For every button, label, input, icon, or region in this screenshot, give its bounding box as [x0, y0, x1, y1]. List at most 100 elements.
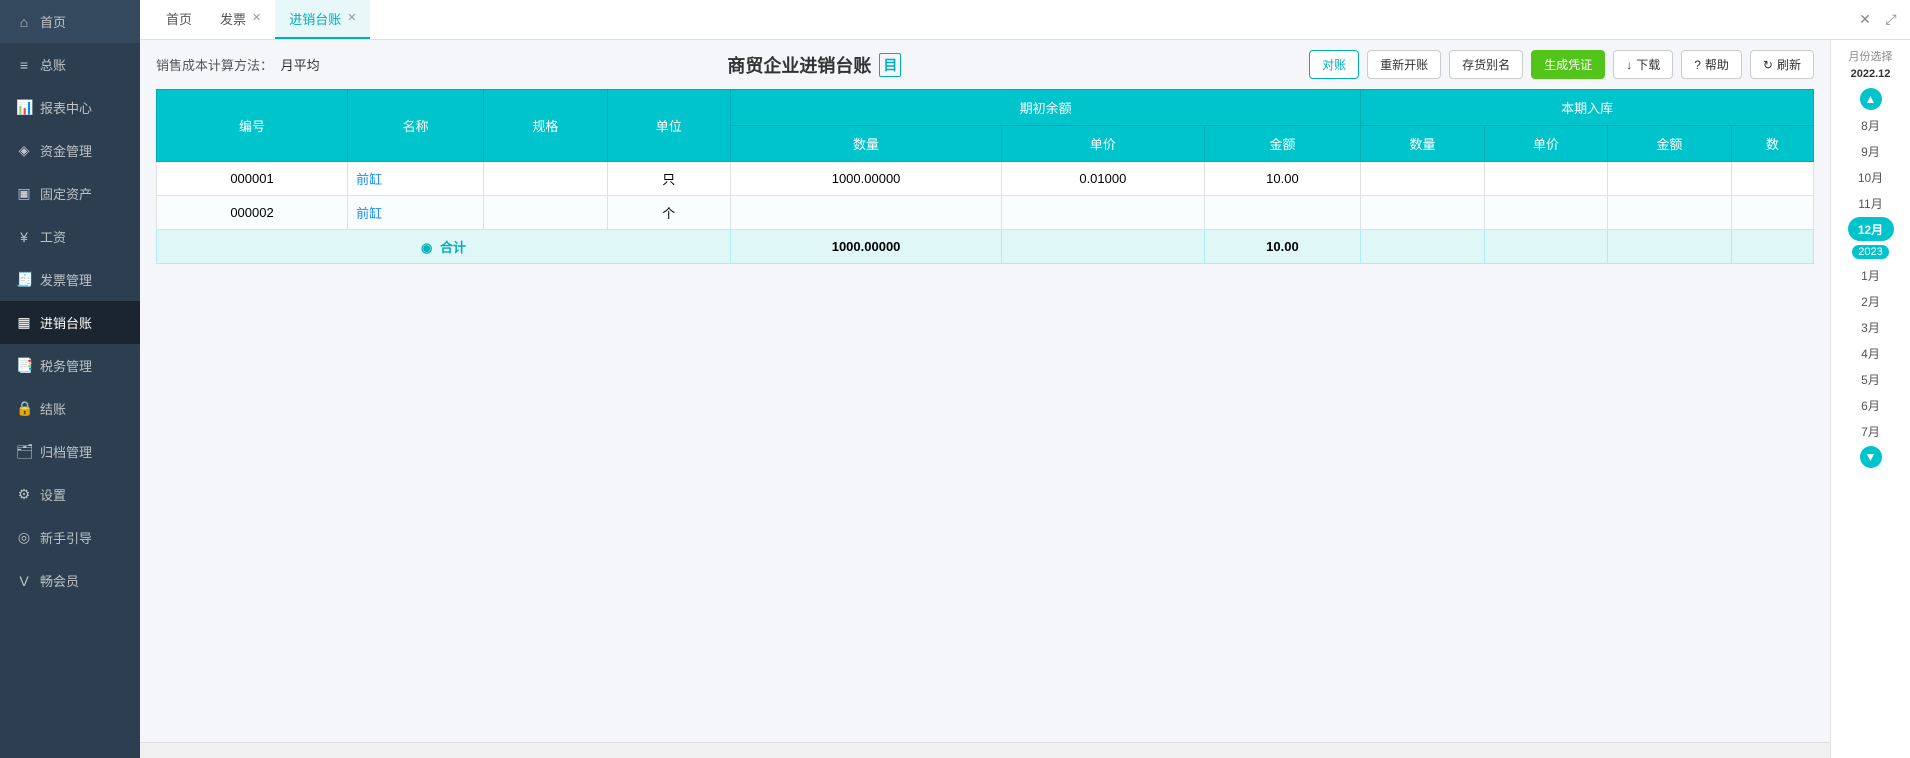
sidebar-label-guide: 新手引导 [40, 528, 92, 547]
month-item-7[interactable]: 7月 [1848, 419, 1894, 443]
cell-in-qty-2 [1361, 196, 1484, 230]
table-row: 000002 前缸 个 [157, 196, 1814, 230]
tab-invoice[interactable]: 发票 ✕ [206, 0, 275, 39]
sidebar-item-invoice-mgmt[interactable]: 🧾 发票管理 [0, 258, 140, 301]
row-2-name-link[interactable]: 前缸 [356, 206, 382, 221]
download-icon: ↓ [1626, 58, 1632, 72]
table-wrapper: 编号 名称 规格 单位 期初余额 本期入库 数量 单价 金额 数量 [140, 89, 1830, 742]
archive-icon: 🗂 [16, 443, 32, 460]
tab-invoice-close[interactable]: ✕ [252, 13, 261, 24]
sidebar-item-general-ledger[interactable]: ≡ 总账 [0, 43, 140, 86]
cell-id-2: 000002 [157, 196, 348, 230]
col-header-id: 编号 [157, 90, 348, 162]
cell-init-amount-1: 10.00 [1204, 162, 1361, 196]
cell-in-amount-1 [1608, 162, 1731, 196]
sidebar-label-purchase-sales: 进销台账 [40, 313, 92, 332]
sidebar-label-vip: 畅会员 [40, 571, 79, 590]
month-item-2[interactable]: 2月 [1848, 289, 1894, 313]
total-label-cell: ◉ 合计 [157, 230, 731, 264]
month-item-12[interactable]: 12月 [1848, 217, 1894, 241]
col-header-init-qty: 数量 [731, 126, 1002, 162]
cell-in-price-1 [1484, 162, 1607, 196]
cell-spec-1 [484, 162, 607, 196]
sidebar-label-salary: 工资 [40, 227, 66, 246]
sidebar-item-vip[interactable]: V 畅会员 [0, 559, 140, 602]
total-in-price [1484, 230, 1607, 264]
compare-button[interactable]: 对账 [1309, 50, 1359, 79]
cost-method-info: 销售成本计算方法： 月平均 [156, 55, 320, 74]
tax-icon: 📑 [16, 357, 32, 374]
month-item-5[interactable]: 5月 [1848, 367, 1894, 391]
col-header-in-price: 单价 [1484, 126, 1607, 162]
cell-spec-2 [484, 196, 607, 230]
tab-purchase-sales-close[interactable]: ✕ [347, 13, 356, 24]
tab-home-label: 首页 [166, 9, 192, 28]
sidebar-item-home[interactable]: ⌂ 首页 [0, 0, 140, 43]
col-header-spec: 规格 [484, 90, 607, 162]
page-content: 销售成本计算方法： 月平均 商贸企业进销台账 目 对账 重新开账 存货别名 生成… [140, 40, 1910, 758]
total-in-extra [1731, 230, 1813, 264]
sidebar-label-archive-mgmt: 归档管理 [40, 442, 92, 461]
reopen-button[interactable]: 重新开账 [1367, 50, 1441, 79]
cell-in-extra-2 [1731, 196, 1813, 230]
cell-in-amount-2 [1608, 196, 1731, 230]
refresh-button[interactable]: ↻ 刷新 [1750, 50, 1814, 79]
sidebar-label-close-accounts: 结账 [40, 399, 66, 418]
close-window-button[interactable]: ✕ [1856, 11, 1874, 29]
page-title: 商贸企业进销台账 目 [727, 52, 901, 78]
month-item-8[interactable]: 8月 [1848, 113, 1894, 137]
month-nav-down[interactable]: ▼ [1860, 446, 1882, 468]
tab-home[interactable]: 首页 [152, 0, 206, 39]
row-1-name-link[interactable]: 前缸 [356, 172, 382, 187]
month-item-3[interactable]: 3月 [1848, 315, 1894, 339]
help-button[interactable]: ? 帮助 [1681, 50, 1742, 79]
total-in-amount [1608, 230, 1731, 264]
cell-init-amount-2 [1204, 196, 1361, 230]
purchase-sales-table: 编号 名称 规格 单位 期初余额 本期入库 数量 单价 金额 数量 [156, 89, 1814, 264]
total-label-text: 合计 [440, 240, 466, 255]
sidebar-item-funds[interactable]: ◈ 资金管理 [0, 129, 140, 172]
sidebar-label-tax-mgmt: 税务管理 [40, 356, 92, 375]
sidebar-item-guide[interactable]: ◎ 新手引导 [0, 516, 140, 559]
window-controls: ✕ ⤢ [1856, 11, 1900, 29]
cell-in-price-2 [1484, 196, 1607, 230]
funds-icon: ◈ [16, 142, 32, 159]
sidebar-item-close-accounts[interactable]: 🔒 结账 [0, 387, 140, 430]
maximize-window-button[interactable]: ⤢ [1882, 11, 1900, 29]
table-row: 000001 前缸 只 1000.00000 0.01000 10.00 [157, 162, 1814, 196]
settings-icon: ⚙ [16, 486, 32, 503]
cost-method-value: 月平均 [281, 58, 320, 73]
sidebar-item-settings[interactable]: ⚙ 设置 [0, 473, 140, 516]
cell-name-1: 前缸 [348, 162, 484, 196]
month-item-4[interactable]: 4月 [1848, 341, 1894, 365]
month-item-10[interactable]: 10月 [1848, 165, 1894, 189]
total-init-price [1002, 230, 1204, 264]
sidebar-item-tax-mgmt[interactable]: 📑 税务管理 [0, 344, 140, 387]
invoice-mgmt-icon: 🧾 [16, 271, 32, 288]
col-header-unit: 单位 [607, 90, 730, 162]
month-item-9[interactable]: 9月 [1848, 139, 1894, 163]
col-header-name: 名称 [348, 90, 484, 162]
save-alias-button[interactable]: 存货别名 [1449, 50, 1523, 79]
sidebar-item-archive-mgmt[interactable]: 🗂 归档管理 [0, 430, 140, 473]
sidebar-label-invoice-mgmt: 发票管理 [40, 270, 92, 289]
tab-purchase-sales[interactable]: 进销台账 ✕ [275, 0, 370, 39]
sidebar-item-salary[interactable]: ¥ 工资 [0, 215, 140, 258]
sidebar-label-home: 首页 [40, 12, 66, 31]
cell-in-qty-1 [1361, 162, 1484, 196]
bottom-scrollbar[interactable] [140, 742, 1830, 758]
close-accounts-icon: 🔒 [16, 400, 32, 417]
month-nav-up[interactable]: ▲ [1860, 88, 1882, 110]
sidebar-item-fixed-assets[interactable]: ▣ 固定资产 [0, 172, 140, 215]
month-item-6[interactable]: 6月 [1848, 393, 1894, 417]
generate-voucher-button[interactable]: 生成凭证 [1531, 50, 1605, 79]
sidebar-item-purchase-sales[interactable]: ▦ 进销台账 [0, 301, 140, 344]
cell-init-qty-2 [731, 196, 1002, 230]
month-item-1[interactable]: 1月 [1848, 263, 1894, 287]
sidebar-item-reports[interactable]: 📊 报表中心 [0, 86, 140, 129]
month-item-11[interactable]: 11月 [1848, 191, 1894, 215]
month-selector-title: 月份选择 [1849, 48, 1893, 64]
download-button[interactable]: ↓ 下载 [1613, 50, 1673, 79]
table-total-row: ◉ 合计 1000.00000 10.00 [157, 230, 1814, 264]
vip-icon: V [16, 573, 32, 589]
